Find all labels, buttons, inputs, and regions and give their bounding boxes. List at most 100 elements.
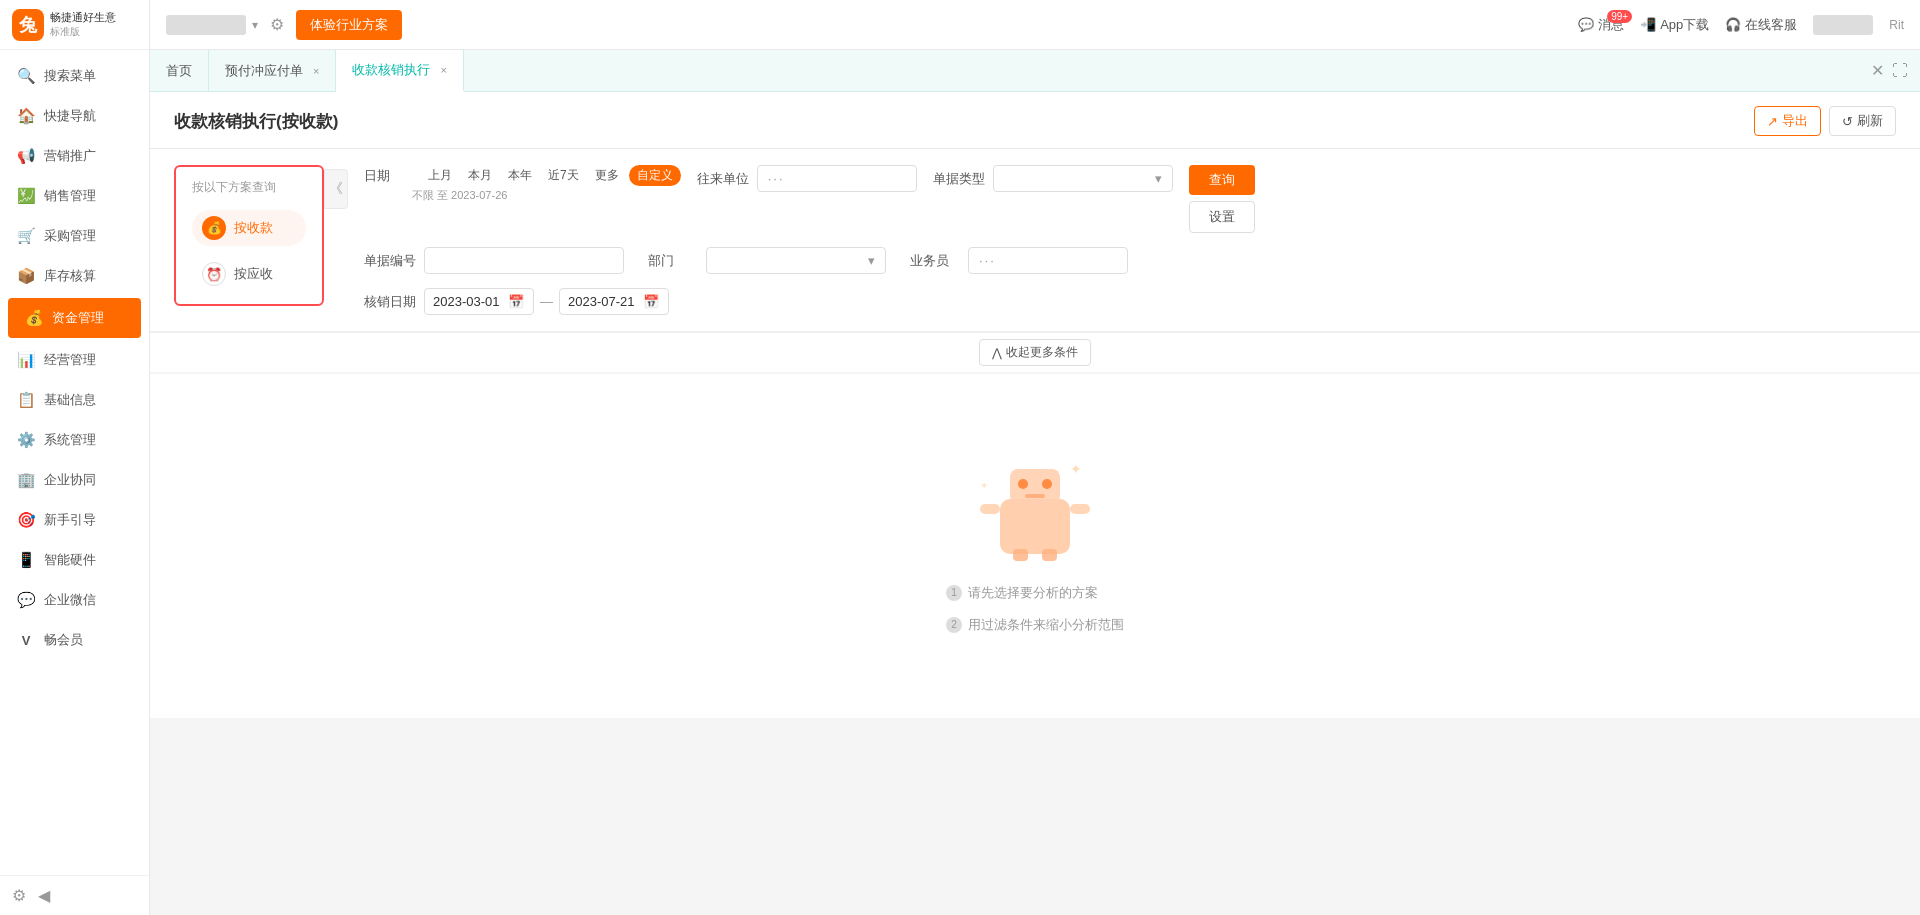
verify-date-end-value: 2023-07-21 <box>568 294 635 309</box>
message-btn[interactable]: 💬 消息 99+ <box>1578 16 1624 34</box>
export-button[interactable]: ↗ 导出 <box>1754 106 1821 136</box>
header-gear-icon[interactable]: ⚙ <box>270 15 284 34</box>
sidebar-item-quick-nav[interactable]: 🏠 快捷导航 <box>0 96 149 136</box>
sidebar-item-smart-hw[interactable]: 📱 智能硬件 <box>0 540 149 580</box>
filter-actions: 查询 设置 <box>1189 165 1255 233</box>
sidebar-item-enterprise[interactable]: 🏢 企业协同 <box>0 460 149 500</box>
sidebar-logo: 兔 畅捷通好生意 标准版 <box>0 0 149 50</box>
message-badge: 99+ <box>1607 10 1632 23</box>
tab-receivable-close-icon[interactable]: × <box>440 64 446 76</box>
bill-no-input[interactable] <box>424 247 624 274</box>
logo-text-area: 畅捷通好生意 标准版 <box>50 10 116 38</box>
collapse-sidebar-icon[interactable]: ◀ <box>38 886 50 905</box>
bill-type-select[interactable]: ▾ <box>993 165 1173 192</box>
date-btn-7days[interactable]: 近7天 <box>542 165 585 186</box>
svg-text:✦: ✦ <box>1070 461 1082 477</box>
salesperson-select[interactable]: ··· <box>968 247 1128 274</box>
app-logo-icon: 兔 <box>12 9 44 41</box>
sidebar-item-label-sales: 销售管理 <box>44 187 96 205</box>
date-btn-last-month[interactable]: 上月 <box>422 165 458 186</box>
date-btn-custom[interactable]: 自定义 <box>629 165 681 186</box>
svg-rect-7 <box>1013 549 1028 561</box>
sidebar-item-marketing[interactable]: 📢 营销推广 <box>0 136 149 176</box>
marketing-icon: 📢 <box>16 146 36 166</box>
industry-btn[interactable]: 体验行业方案 <box>296 10 402 40</box>
query-button[interactable]: 查询 <box>1189 165 1255 195</box>
filter-option-receipt[interactable]: 💰 按收款 <box>192 210 306 246</box>
sidebar-item-label-purchase: 采购管理 <box>44 227 96 245</box>
date-btn-more[interactable]: 更多 <box>589 165 625 186</box>
user-name-text: Rit <box>1889 18 1904 32</box>
sidebar-item-search[interactable]: 🔍 搜索菜单 <box>0 56 149 96</box>
purchase-icon: 🛒 <box>16 226 36 246</box>
empty-illustration: ✦ ✦ <box>975 454 1095 564</box>
tab-prepay[interactable]: 预付冲应付单 × <box>209 50 336 92</box>
salesperson-dots: ··· <box>979 253 996 268</box>
refresh-label: 刷新 <box>1857 112 1883 130</box>
more-conditions-btn[interactable]: ⋀ 收起更多条件 <box>979 339 1091 366</box>
online-service-btn[interactable]: 🎧 在线客服 <box>1725 16 1797 34</box>
sidebar-item-sales[interactable]: 💹 销售管理 <box>0 176 149 216</box>
verify-date-start-input[interactable]: 2023-03-01 📅 <box>424 288 534 315</box>
tab-prepay-close-icon[interactable]: × <box>313 65 319 77</box>
date-btn-this-month[interactable]: 本月 <box>462 165 498 186</box>
bill-type-field: 单据类型 ▾ <box>933 165 1173 192</box>
page-actions: ↗ 导出 ↺ 刷新 <box>1754 106 1896 148</box>
header-right: 💬 消息 99+ 📲 App下载 🎧 在线客服 Rit <box>1578 15 1904 35</box>
salesperson-field: 业务员 ··· <box>910 247 1128 274</box>
sidebar-item-operation[interactable]: 📊 经营管理 <box>0 340 149 380</box>
smart-hw-icon: 📱 <box>16 550 36 570</box>
header-logo-area: ▾ <box>166 15 258 35</box>
export-icon: ↗ <box>1767 114 1778 129</box>
filter-row-3: 核销日期 2023-03-01 📅 — 2023-07-21 📅 <box>364 288 1896 315</box>
sidebar-item-guide[interactable]: 🎯 新手引导 <box>0 500 149 540</box>
empty-hint-2: 2 用过滤条件来缩小分析范围 <box>946 612 1124 638</box>
app-download-btn[interactable]: 📲 App下载 <box>1640 16 1709 34</box>
dept-select[interactable]: ▾ <box>706 247 886 274</box>
step-2-num: 2 <box>946 617 962 633</box>
sidebar-item-label-finance: 资金管理 <box>52 309 104 327</box>
system-icon: ⚙️ <box>16 430 36 450</box>
date-btn-this-year[interactable]: 本年 <box>502 165 538 186</box>
dept-label: 部门 <box>648 252 698 270</box>
refresh-button[interactable]: ↺ 刷新 <box>1829 106 1896 136</box>
tab-home-label: 首页 <box>166 62 192 80</box>
header-chevron-icon[interactable]: ▾ <box>252 18 258 32</box>
sidebar-item-purchase[interactable]: 🛒 采购管理 <box>0 216 149 256</box>
sidebar-item-label-guide: 新手引导 <box>44 511 96 529</box>
salesperson-label: 业务员 <box>910 252 960 270</box>
settings-bottom-icon[interactable]: ⚙ <box>12 886 26 905</box>
sidebar-item-finance[interactable]: 💰 资金管理 <box>8 298 141 338</box>
tab-home[interactable]: 首页 <box>150 50 209 92</box>
verify-date-label: 核销日期 <box>364 293 416 311</box>
filter-collapse-btn[interactable]: 《 <box>324 169 348 209</box>
tab-maximize-icon[interactable]: ⛶ <box>1892 62 1908 80</box>
counterparty-select[interactable]: ··· <box>757 165 917 192</box>
filter-option-receivable[interactable]: ⏰ 按应收 <box>192 256 306 292</box>
home-icon: 🏠 <box>16 106 36 126</box>
bill-type-chevron-icon: ▾ <box>1155 171 1162 186</box>
tab-receivable[interactable]: 收款核销执行 × <box>336 50 463 92</box>
tab-close-all-icon[interactable]: ✕ <box>1871 61 1884 80</box>
sidebar-item-base-info[interactable]: 📋 基础信息 <box>0 380 149 420</box>
filter-left-wrapper: 按以下方案查询 💰 按收款 ⏰ 按应收 《 <box>174 165 348 315</box>
filter-scheme-box: 按以下方案查询 💰 按收款 ⏰ 按应收 <box>174 165 324 306</box>
user-avatar[interactable] <box>1813 15 1873 35</box>
svg-rect-8 <box>1042 549 1057 561</box>
sidebar-item-label-smart-hw: 智能硬件 <box>44 551 96 569</box>
calendar-end-icon[interactable]: 📅 <box>643 294 659 309</box>
more-conditions-bar: ⋀ 收起更多条件 <box>150 332 1920 372</box>
step-1-num: 1 <box>946 585 962 601</box>
finance-icon: 💰 <box>24 308 44 328</box>
sidebar-item-vip[interactable]: V 畅会员 <box>0 620 149 660</box>
calendar-start-icon[interactable]: 📅 <box>508 294 524 309</box>
sidebar-item-inventory[interactable]: 📦 库存核算 <box>0 256 149 296</box>
sidebar-item-label-wechat: 企业微信 <box>44 591 96 609</box>
main-area: ▾ ⚙ 体验行业方案 💬 消息 99+ 📲 App下载 🎧 在线客服 Rit 首… <box>150 0 1920 915</box>
sidebar-item-wechat[interactable]: 💬 企业微信 <box>0 580 149 620</box>
verify-date-end-input[interactable]: 2023-07-21 📅 <box>559 288 669 315</box>
settings-button[interactable]: 设置 <box>1189 201 1255 233</box>
sidebar-item-system[interactable]: ⚙️ 系统管理 <box>0 420 149 460</box>
page-header: 收款核销执行(按收款) ↗ 导出 ↺ 刷新 <box>150 92 1920 149</box>
sidebar-item-label-inventory: 库存核算 <box>44 267 96 285</box>
